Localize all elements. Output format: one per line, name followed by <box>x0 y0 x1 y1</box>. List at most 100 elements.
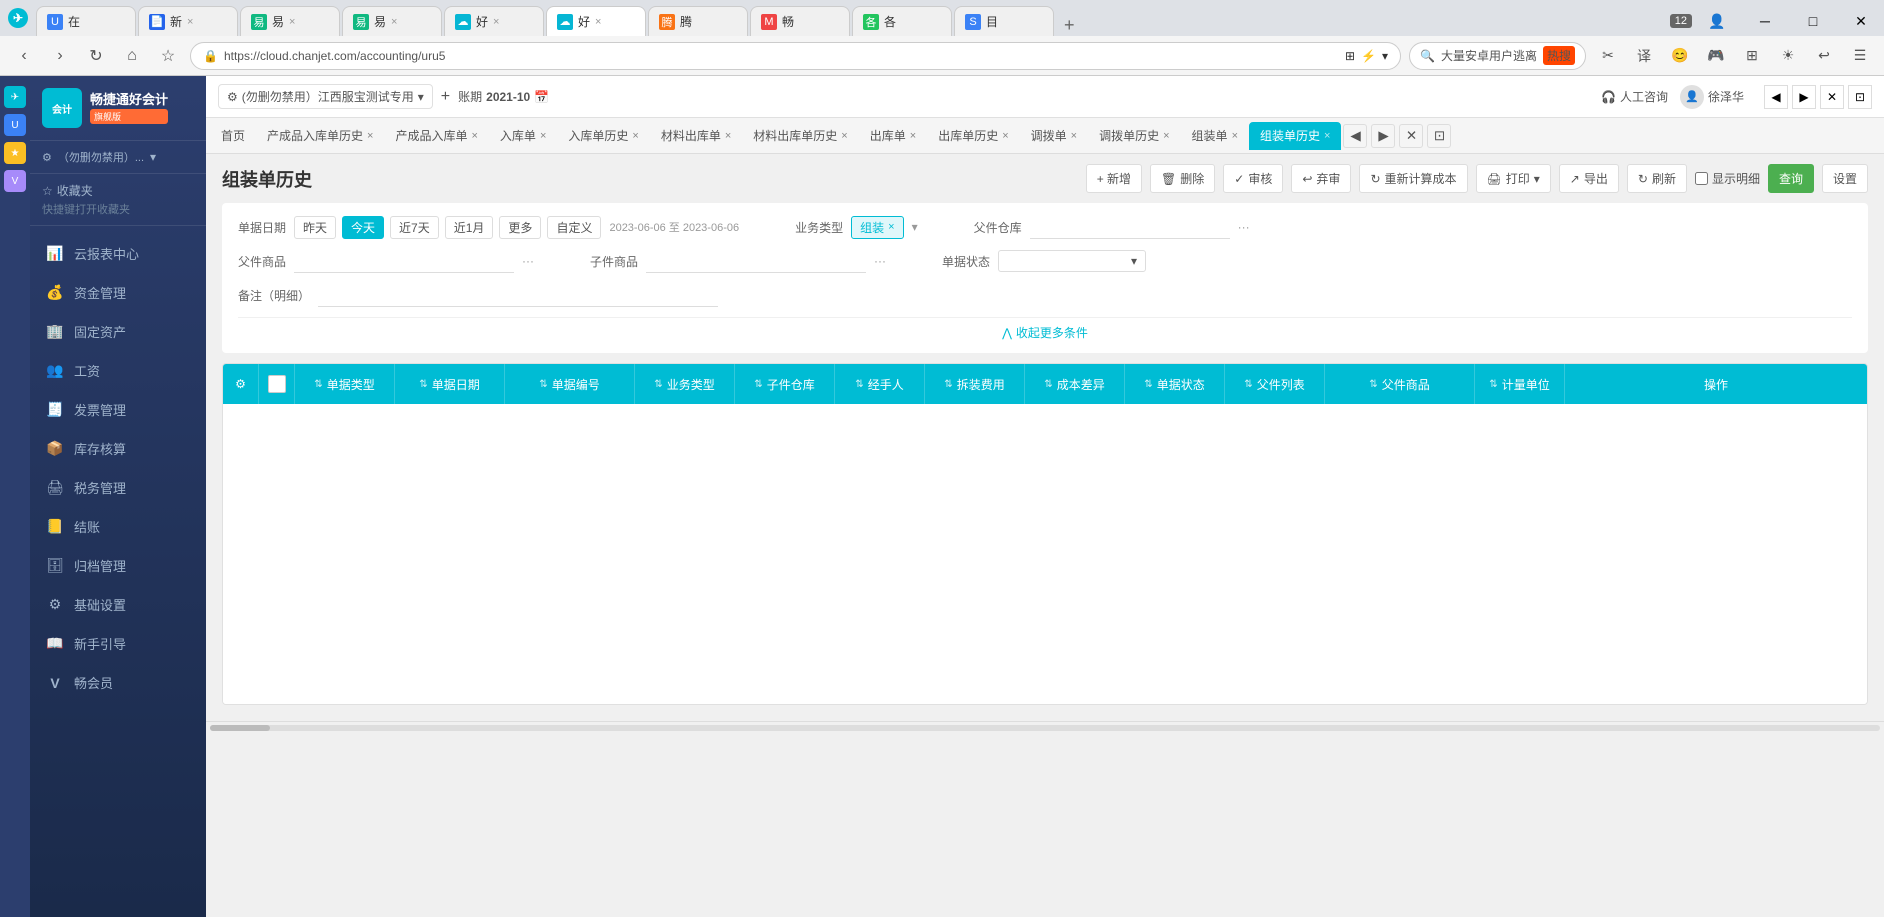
tab-close-11[interactable]: × <box>1232 130 1238 142</box>
abandon-button[interactable]: ↩ 弃审 <box>1291 164 1351 193</box>
app-icon-1[interactable]: ✈ <box>4 86 26 108</box>
panel-right-btn[interactable]: ▶ <box>1792 85 1816 109</box>
browser-tab-9[interactable]: 腾 腾 <box>648 6 748 36</box>
panel-left-btn[interactable]: ◀ <box>1764 85 1788 109</box>
date-btn-1month[interactable]: 近1月 <box>445 216 494 239</box>
th-parent-list[interactable]: ⇅ 父件列表 <box>1225 364 1325 404</box>
sidebar-item-reports[interactable]: 📊 云报表中心 <box>30 234 206 273</box>
tab-close-5[interactable]: × <box>493 16 499 28</box>
th-parent-goods[interactable]: ⇅ 父件商品 <box>1325 364 1475 404</box>
header-checkbox[interactable] <box>268 375 286 393</box>
browser-tab-8[interactable]: ☁ 好 × <box>546 6 646 36</box>
date-btn-more[interactable]: 更多 <box>499 216 541 239</box>
note-status-dropdown[interactable]: ▾ <box>998 250 1146 272</box>
page-tab-5[interactable]: 材料出库单 × <box>650 122 742 150</box>
calendar-icon[interactable]: 📅 <box>534 90 549 104</box>
close-button[interactable]: ✕ <box>1838 6 1884 36</box>
new-button[interactable]: + 新增 <box>1086 164 1142 193</box>
sun-icon[interactable]: ☀ <box>1774 42 1802 70</box>
sidebar-item-payroll[interactable]: 👥 工资 <box>30 351 206 390</box>
th-cost-diff[interactable]: ⇅ 成本差异 <box>1025 364 1125 404</box>
page-tab-3[interactable]: 入库单 × <box>489 122 557 150</box>
th-settings[interactable]: ⚙ <box>223 364 259 404</box>
sidebar-item-member[interactable]: V 畅会员 <box>30 663 206 702</box>
recalculate-button[interactable]: ↻ 重新计算成本 <box>1359 164 1467 193</box>
print-button[interactable]: 🖨 打印 ▾ <box>1476 164 1551 193</box>
tab-close-4[interactable]: × <box>391 16 397 28</box>
print-dropdown[interactable]: ▾ <box>1534 172 1540 186</box>
minimize-button[interactable]: ─ <box>1742 6 1788 36</box>
page-tab-4[interactable]: 入库单历史 × <box>557 122 649 150</box>
emoji-icon[interactable]: 😊 <box>1666 42 1694 70</box>
th-biz-type[interactable]: ⇅ 业务类型 <box>635 364 735 404</box>
tab-close-all[interactable]: ✕ <box>1399 124 1423 148</box>
search-box[interactable]: 🔍 大量安卓用户逃离 热搜 <box>1409 42 1586 70</box>
date-btn-today[interactable]: 今天 <box>342 216 384 239</box>
panel-close-btn[interactable]: ✕ <box>1820 85 1844 109</box>
page-tab-7[interactable]: 出库单 × <box>859 122 927 150</box>
browser-tab-4[interactable]: 易 易 × <box>342 6 442 36</box>
tab-scroll-right[interactable]: ▶ <box>1371 124 1395 148</box>
page-tab-1[interactable]: 产成品入库单历史 × <box>256 122 384 150</box>
page-tab-8[interactable]: 出库单历史 × <box>927 122 1019 150</box>
tab-more[interactable]: ⊡ <box>1427 124 1451 148</box>
favorites-title[interactable]: ☆ 收藏夹 <box>42 182 194 199</box>
browser-tab-5[interactable]: ☁ 好 × <box>444 6 544 36</box>
sidebar-item-settlement[interactable]: 📒 结账 <box>30 507 206 546</box>
audit-button[interactable]: ✓ 审核 <box>1223 164 1283 193</box>
display-detail-checkbox[interactable]: 显示明细 <box>1695 170 1760 187</box>
sidebar-item-invoice[interactable]: 🧾 发票管理 <box>30 390 206 429</box>
child-goods-more[interactable]: ··· <box>874 254 886 268</box>
th-disassemble-fee[interactable]: ⇅ 拆装费用 <box>925 364 1025 404</box>
delete-button[interactable]: 🗑 删除 <box>1150 164 1215 193</box>
tab-close-4[interactable]: × <box>632 130 638 142</box>
game-icon[interactable]: 🎮 <box>1702 42 1730 70</box>
company-selector[interactable]: ⚙ (勿删勿禁用）江西服宝测试专用 ▾ <box>218 84 433 109</box>
app-icon-3[interactable]: ★ <box>4 142 26 164</box>
browser-tab-3[interactable]: 易 易 × <box>240 6 340 36</box>
date-btn-yesterday[interactable]: 昨天 <box>294 216 336 239</box>
page-tab-6[interactable]: 材料出库单历史 × <box>742 122 858 150</box>
sidebar-item-guide[interactable]: 📖 新手引导 <box>30 624 206 663</box>
th-unit[interactable]: ⇅ 计量单位 <box>1475 364 1565 404</box>
browser-tab-12[interactable]: S 目 <box>954 6 1054 36</box>
browser-tab-11[interactable]: 各 各 <box>852 6 952 36</box>
th-handler[interactable]: ⇅ 经手人 <box>835 364 925 404</box>
sidebar-item-assets[interactable]: 🏢 固定资产 <box>30 312 206 351</box>
tab-close-2[interactable]: × <box>187 16 193 28</box>
browser-tab-10[interactable]: M 畅 <box>750 6 850 36</box>
tab-close-6[interactable]: × <box>841 130 847 142</box>
tab-scroll-left[interactable]: ◀ <box>1343 124 1367 148</box>
tab-close-5[interactable]: × <box>725 130 731 142</box>
refresh-button[interactable]: ↻ <box>82 42 110 70</box>
translate-icon[interactable]: 译 <box>1630 42 1658 70</box>
menu-icon[interactable]: ☰ <box>1846 42 1874 70</box>
collapse-btn[interactable]: ⋀ 收起更多条件 <box>238 317 1852 341</box>
address-bar[interactable]: 🔒 https://cloud.chanjet.com/accounting/u… <box>190 42 1401 70</box>
biz-type-dropdown[interactable]: ▾ <box>912 220 918 234</box>
user-menu[interactable]: 👤 徐泽华 <box>1680 85 1744 109</box>
app-icon-4[interactable]: V <box>4 170 26 192</box>
tab-close-9[interactable]: × <box>1071 130 1077 142</box>
tab-close-3[interactable]: × <box>289 16 295 28</box>
settings-btn[interactable]: 设置 <box>1822 164 1868 193</box>
forward-button[interactable]: › <box>46 42 74 70</box>
parent-warehouse-more[interactable]: ··· <box>1238 220 1250 234</box>
back-button[interactable]: ‹ <box>10 42 38 70</box>
th-date[interactable]: ⇅ 单据日期 <box>395 364 505 404</box>
home-button[interactable]: ⌂ <box>118 42 146 70</box>
star-button[interactable]: ☆ <box>154 42 182 70</box>
remove-biz-type[interactable]: × <box>888 221 894 233</box>
page-tab-12-active[interactable]: 组装单历史 × <box>1249 122 1341 150</box>
tab-close-10[interactable]: × <box>1163 130 1169 142</box>
page-tab-9[interactable]: 调拨单 × <box>1020 122 1088 150</box>
note-input[interactable] <box>318 288 718 302</box>
tab-close-12[interactable]: × <box>1324 130 1330 142</box>
tab-close-1[interactable]: × <box>367 130 373 142</box>
maximize-button[interactable]: □ <box>1790 6 1836 36</box>
sidebar-item-settings[interactable]: ⚙ 基础设置 <box>30 585 206 624</box>
page-tab-10[interactable]: 调拨单历史 × <box>1088 122 1180 150</box>
page-tab-2[interactable]: 产成品入库单 × <box>384 122 488 150</box>
page-tab-11[interactable]: 组装单 × <box>1181 122 1249 150</box>
sidebar-item-archive[interactable]: 🗄 归档管理 <box>30 546 206 585</box>
